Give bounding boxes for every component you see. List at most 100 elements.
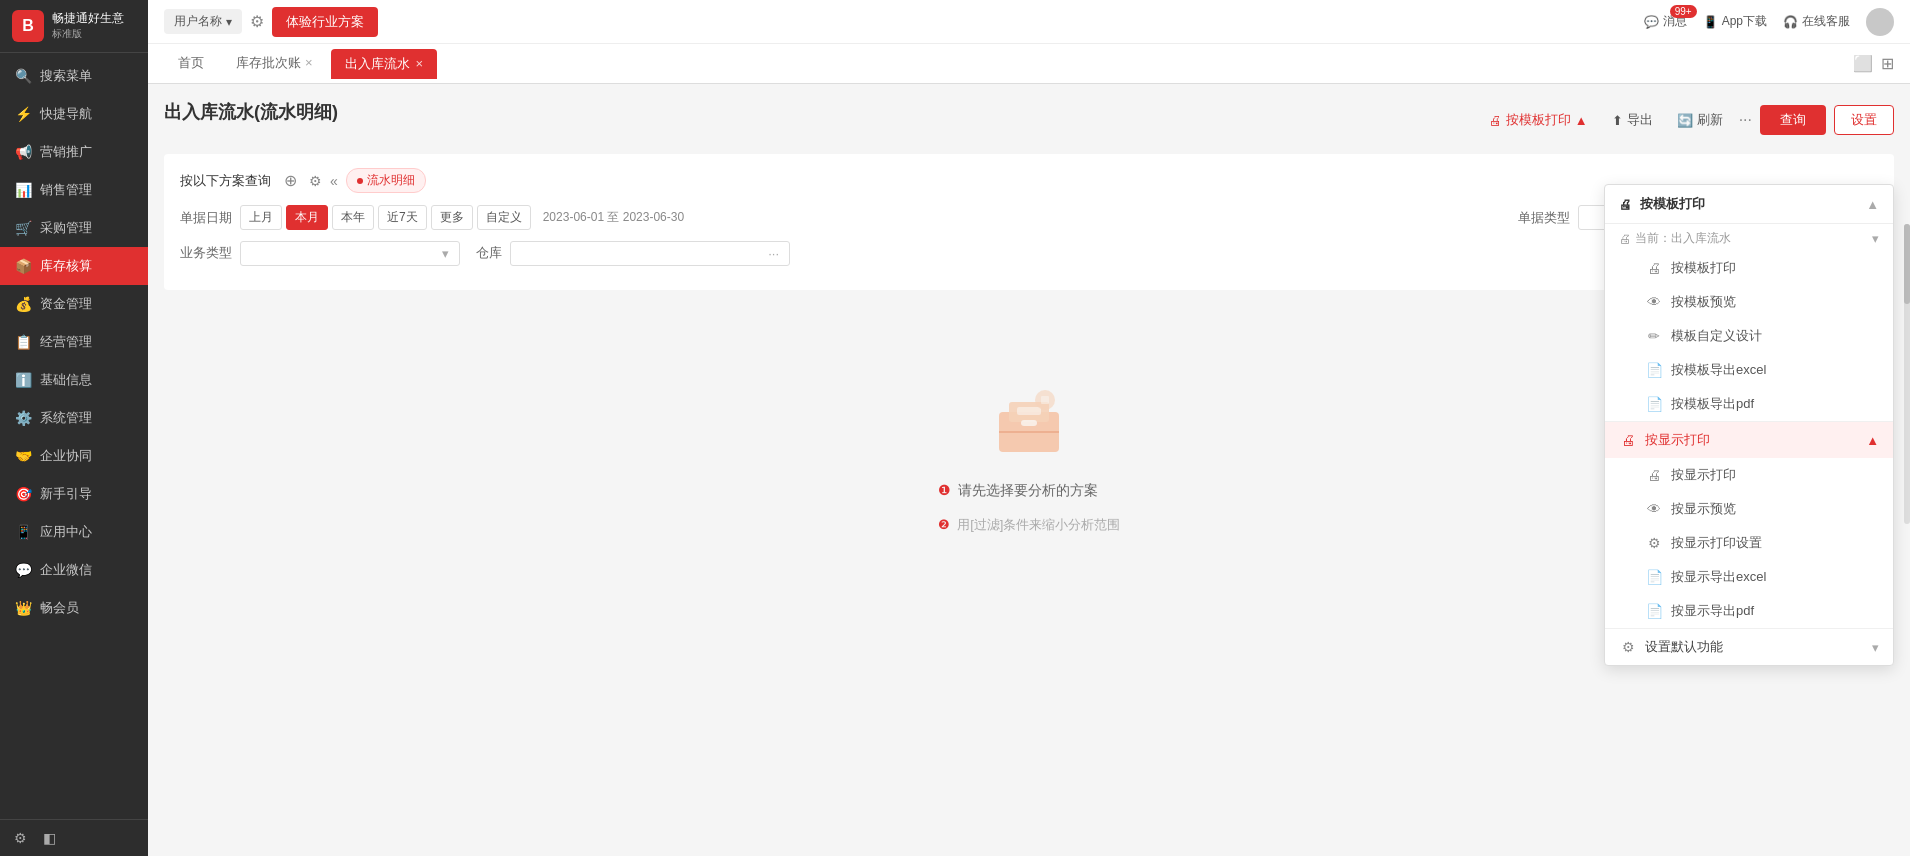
sidebar-item-marketing[interactable]: 📢 营销推广 xyxy=(0,133,148,171)
current-expand-icon[interactable]: ▾ xyxy=(1872,231,1879,246)
dropdown-collapse-icon[interactable]: ▲ xyxy=(1866,197,1879,212)
chevron-up-icon: ▲ xyxy=(1575,113,1588,128)
dropdown-item-template-excel[interactable]: 📄 按模板导出excel xyxy=(1605,353,1893,387)
biz-type-label: 业务类型 xyxy=(180,244,232,262)
sidebar-item-label: 销售管理 xyxy=(40,181,92,199)
more-actions-icon[interactable]: ··· xyxy=(1739,111,1752,129)
message-action[interactable]: 💬 消息 99+ xyxy=(1644,13,1687,30)
sidebar-item-inventory[interactable]: 📦 库存核算 xyxy=(0,247,148,285)
export-button[interactable]: ⬆ 导出 xyxy=(1604,107,1661,133)
empty-text-line1: ❶ 请先选择要分析的方案 xyxy=(938,482,1099,500)
display-preview-item-label: 按显示预览 xyxy=(1671,500,1736,518)
top-header: 用户名称 ▾ ⚙ 体验行业方案 💬 消息 99+ 📱 App下载 🎧 在线客服 xyxy=(148,0,1910,44)
dropdown-item-set-default[interactable]: ⚙ 设置默认功能 ▾ xyxy=(1605,629,1893,665)
biz-type-arrow-icon: ▾ xyxy=(442,246,449,261)
window-minimize-icon[interactable]: ⬜ xyxy=(1853,54,1873,73)
settings-button[interactable]: 设置 xyxy=(1834,105,1894,135)
trial-button[interactable]: 体验行业方案 xyxy=(272,7,378,37)
date-this-month[interactable]: 本月 xyxy=(286,205,328,230)
enterprise-icon: 🤝 xyxy=(14,448,32,464)
customer-service-action[interactable]: 🎧 在线客服 xyxy=(1783,13,1850,30)
app-version: 标准版 xyxy=(52,27,124,41)
message-icon: 💬 xyxy=(1644,15,1659,29)
tab-home[interactable]: 首页 xyxy=(164,46,218,82)
dropdown-item-template-pdf[interactable]: 📄 按模板导出pdf xyxy=(1605,387,1893,421)
window-expand-icon[interactable]: ⊞ xyxy=(1881,54,1894,73)
template-custom-icon: ✏ xyxy=(1645,328,1663,344)
tab-batch-account[interactable]: 库存批次账 × xyxy=(222,46,327,82)
dropdown-display-print-header[interactable]: 🖨 按显示打印 ▲ xyxy=(1605,422,1893,458)
tab-active-close-icon[interactable]: × xyxy=(416,56,424,71)
dropdown-item-display-pdf[interactable]: 📄 按显示导出pdf xyxy=(1605,594,1893,628)
sidebar-item-quick-nav[interactable]: ⚡ 快捷导航 xyxy=(0,95,148,133)
dropdown-item-display-excel[interactable]: 📄 按显示导出excel xyxy=(1605,560,1893,594)
sidebar-item-label: 基础信息 xyxy=(40,371,92,389)
header-left: 用户名称 ▾ ⚙ 体验行业方案 xyxy=(164,7,1632,37)
sidebar-item-vip[interactable]: 👑 畅会员 xyxy=(0,589,148,627)
sidebar-item-purchase[interactable]: 🛒 采购管理 xyxy=(0,209,148,247)
display-print-icon: 🖨 xyxy=(1645,467,1663,483)
dropdown-header: 🖨 按模板打印 ▲ xyxy=(1605,185,1893,224)
template-print-item-label: 按模板打印 xyxy=(1671,259,1736,277)
sidebar-item-beginner[interactable]: 🎯 新手引导 xyxy=(0,475,148,513)
warehouse-more-icon[interactable]: ··· xyxy=(768,246,779,261)
warehouse-input[interactable]: ··· xyxy=(510,241,790,266)
display-settings-icon: ⚙ xyxy=(1645,535,1663,551)
dropdown-item-display-preview[interactable]: 👁 按显示预览 xyxy=(1605,492,1893,526)
app-download-action[interactable]: 📱 App下载 xyxy=(1703,13,1767,30)
sidebar-item-sales[interactable]: 📊 销售管理 xyxy=(0,171,148,209)
sidebar-item-enterprise[interactable]: 🤝 企业协同 xyxy=(0,437,148,475)
purchase-icon: 🛒 xyxy=(14,220,32,236)
template-custom-item-label: 模板自定义设计 xyxy=(1671,327,1762,345)
sidebar-nav: 🔍 搜索菜单 ⚡ 快捷导航 📢 营销推广 📊 销售管理 🛒 采购管理 📦 库存核… xyxy=(0,53,148,819)
sidebar-item-enterprise-wx[interactable]: 💬 企业微信 xyxy=(0,551,148,589)
export-label: 导出 xyxy=(1627,111,1653,129)
date-last-month[interactable]: 上月 xyxy=(240,205,282,230)
sidebar-item-system[interactable]: ⚙️ 系统管理 xyxy=(0,399,148,437)
warehouse-label: 仓库 xyxy=(476,244,502,262)
display-section-arrow-icon: ▲ xyxy=(1866,433,1879,448)
sidebar-collapse-btn[interactable]: ◧ xyxy=(43,830,56,846)
user-dropdown[interactable]: 用户名称 ▾ xyxy=(164,9,242,34)
dropdown-item-template-custom[interactable]: ✏ 模板自定义设计 xyxy=(1605,319,1893,353)
date-more[interactable]: 更多 xyxy=(431,205,473,230)
tab-bar: 首页 库存批次账 × 出入库流水 × ⬜ ⊞ xyxy=(148,44,1910,84)
warehouse-field: 仓库 ··· xyxy=(476,241,790,266)
date-this-year[interactable]: 本年 xyxy=(332,205,374,230)
biz-type-select[interactable]: ▾ xyxy=(240,241,460,266)
sidebar-item-operations[interactable]: 📋 经营管理 xyxy=(0,323,148,361)
refresh-button[interactable]: 🔄 刷新 xyxy=(1669,107,1731,133)
tab-stock-flow[interactable]: 出入库流水 × xyxy=(331,49,438,79)
template-excel-icon: 📄 xyxy=(1645,362,1663,378)
dropdown-item-template-print[interactable]: 🖨 按模板打印 xyxy=(1605,251,1893,285)
filter-settings-button[interactable]: ⚙ xyxy=(309,173,322,189)
query-button[interactable]: 查询 xyxy=(1760,105,1826,135)
page-content: 出入库流水(流水明细) 🖨 按模板打印 ▲ ⬆ 导出 🔄 刷新 ··· 查询 设… xyxy=(148,84,1910,856)
dropdown-item-template-preview[interactable]: 👁 按模板预览 xyxy=(1605,285,1893,319)
refresh-icon: 🔄 xyxy=(1677,113,1693,128)
tab-close-icon[interactable]: × xyxy=(305,55,313,70)
date-7days[interactable]: 近7天 xyxy=(378,205,427,230)
main-content: 用户名称 ▾ ⚙ 体验行业方案 💬 消息 99+ 📱 App下载 🎧 在线客服 xyxy=(148,0,1910,856)
header-gear-button[interactable]: ⚙ xyxy=(250,12,264,31)
sidebar-item-search-menu[interactable]: 🔍 搜索菜单 xyxy=(0,57,148,95)
sidebar-item-label: 应用中心 xyxy=(40,523,92,541)
dropdown-arrow-icon: ▾ xyxy=(226,15,232,29)
scroll-thumb[interactable] xyxy=(1904,224,1910,304)
app-name: 畅捷通好生意 xyxy=(52,11,124,27)
dropdown-item-display-settings[interactable]: ⚙ 按显示打印设置 xyxy=(1605,526,1893,560)
user-name: 用户名称 xyxy=(174,13,222,30)
quick-nav-icon: ⚡ xyxy=(14,106,32,122)
date-custom[interactable]: 自定义 xyxy=(477,205,531,230)
sidebar-item-finance[interactable]: 💰 资金管理 xyxy=(0,285,148,323)
sidebar-item-basic-info[interactable]: ℹ️ 基础信息 xyxy=(0,361,148,399)
active-filter-tag[interactable]: 流水明细 xyxy=(346,168,426,193)
filter-collapse-button[interactable]: « xyxy=(330,173,338,189)
dropdown-item-display-print[interactable]: 🖨 按显示打印 xyxy=(1605,458,1893,492)
filter-add-button[interactable]: ⊕ xyxy=(279,170,301,192)
user-avatar[interactable] xyxy=(1866,8,1894,36)
template-print-button[interactable]: 🖨 按模板打印 ▲ xyxy=(1481,107,1596,133)
sidebar-item-app-center[interactable]: 📱 应用中心 xyxy=(0,513,148,551)
sidebar-settings-btn[interactable]: ⚙ xyxy=(14,830,27,846)
set-default-label: 设置默认功能 xyxy=(1645,638,1723,656)
